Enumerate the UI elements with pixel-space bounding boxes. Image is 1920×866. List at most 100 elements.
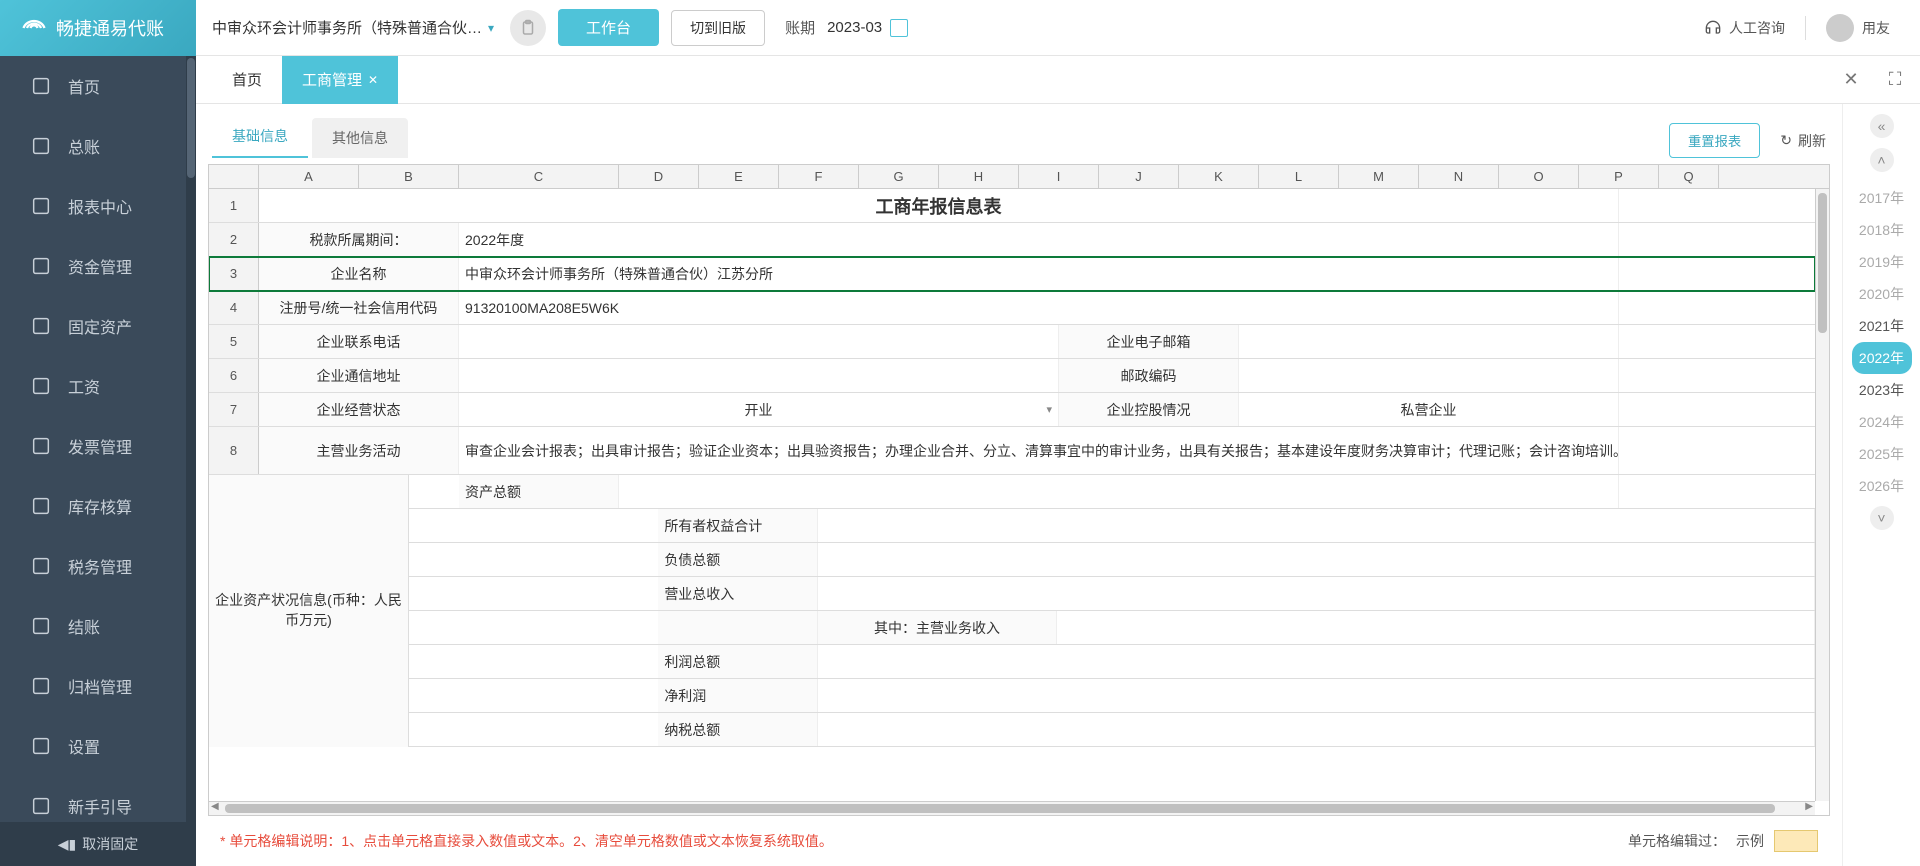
row10-label[interactable]: 所有者权益合计 [658, 509, 818, 542]
row9-value[interactable] [619, 475, 1619, 508]
email-value[interactable] [1239, 325, 1619, 358]
col-header-L[interactable]: L [1259, 165, 1339, 188]
company-name-label[interactable]: 企业名称 [259, 257, 459, 290]
main-rev-label[interactable]: 其中：主营业务收入 [818, 611, 1057, 644]
holding-value[interactable]: 私营企业 [1239, 393, 1619, 426]
sidebar-unpin[interactable]: ◀▮ 取消固定 [0, 822, 196, 866]
row14-label[interactable]: 利润总额 [658, 645, 818, 678]
col-header-Q[interactable]: Q [1659, 165, 1719, 188]
year-2022年[interactable]: 2022年 [1852, 342, 1912, 374]
refresh-button[interactable]: ↻ 刷新 [1780, 131, 1826, 151]
select-all-corner[interactable] [209, 165, 259, 188]
reset-report-button[interactable]: 重置报表 [1669, 123, 1760, 158]
sidebar-item-invoice[interactable]: 发票管理 [0, 416, 196, 476]
row-header-1[interactable]: 1 [209, 189, 259, 222]
user-menu[interactable]: 用友 [1826, 14, 1890, 42]
row12-value[interactable] [818, 577, 1815, 610]
col-header-B[interactable]: B [359, 165, 459, 188]
sidebar-item-ledger[interactable]: 总账 [0, 116, 196, 176]
col-header-F[interactable]: F [779, 165, 859, 188]
year-scroll-down-icon[interactable]: ˅ [1870, 506, 1894, 530]
sheet-vertical-scrollbar[interactable] [1815, 189, 1829, 801]
subtab-other-info[interactable]: 其他信息 [312, 118, 408, 158]
row9-label[interactable]: 资产总额 [459, 475, 619, 508]
main-biz-label[interactable]: 主营业务活动 [259, 427, 459, 474]
period-label-cell[interactable]: 税款所属期间： [259, 223, 459, 256]
year-collapse-icon[interactable]: « [1870, 114, 1894, 138]
holding-label[interactable]: 企业控股情况 [1059, 393, 1239, 426]
subtab-basic-info[interactable]: 基础信息 [212, 116, 308, 158]
year-scroll-up-icon[interactable]: ˄ [1870, 148, 1894, 172]
sheet-title[interactable]: 工商年报信息表 [259, 189, 1619, 222]
workspace-button[interactable]: 工作台 [558, 9, 659, 46]
status-value[interactable]: 开业 [459, 393, 1059, 426]
row12-label[interactable]: 营业总收入 [658, 577, 818, 610]
row11-value[interactable] [818, 543, 1815, 576]
row-header-8[interactable]: 8 [209, 427, 259, 474]
year-2019年[interactable]: 2019年 [1852, 246, 1912, 278]
company-name-value[interactable]: 中审众环会计师事务所（特殊普通合伙）江苏分所 [459, 257, 1619, 290]
row10-value[interactable] [818, 509, 1815, 542]
sidebar-item-asset[interactable]: 固定资产 [0, 296, 196, 356]
phone-label[interactable]: 企业联系电话 [259, 325, 459, 358]
sheet-horizontal-scrollbar[interactable] [209, 801, 1815, 815]
reg-code-label[interactable]: 注册号/统一社会信用代码 [259, 291, 459, 324]
address-value[interactable] [459, 359, 1059, 392]
row-header-2[interactable]: 2 [209, 223, 259, 256]
sidebar-item-settings[interactable]: 设置 [0, 716, 196, 776]
year-2018年[interactable]: 2018年 [1852, 214, 1912, 246]
calendar-icon[interactable] [890, 19, 908, 37]
col-header-O[interactable]: O [1499, 165, 1579, 188]
col-header-H[interactable]: H [939, 165, 1019, 188]
row16-value[interactable] [818, 713, 1815, 746]
col-header-M[interactable]: M [1339, 165, 1419, 188]
col-header-G[interactable]: G [859, 165, 939, 188]
asset-info-label[interactable]: 企业资产状况信息(币种：人民币万元) [209, 475, 409, 747]
fullscreen-icon[interactable]: ⛶ [1880, 65, 1910, 95]
status-label[interactable]: 企业经营状态 [259, 393, 459, 426]
row16-label[interactable]: 纳税总额 [658, 713, 818, 746]
sidebar-item-chart[interactable]: 报表中心 [0, 176, 196, 236]
tab-home[interactable]: 首页 [212, 56, 282, 104]
postcode-label[interactable]: 邮政编码 [1059, 359, 1239, 392]
col-header-N[interactable]: N [1419, 165, 1499, 188]
year-2026年[interactable]: 2026年 [1852, 470, 1912, 502]
col-header-D[interactable]: D [619, 165, 699, 188]
sidebar-item-salary[interactable]: 工资 [0, 356, 196, 416]
col-header-K[interactable]: K [1179, 165, 1259, 188]
row15-value[interactable] [818, 679, 1815, 712]
sidebar-item-archive[interactable]: 归档管理 [0, 656, 196, 716]
main-rev-value[interactable] [1057, 611, 1815, 644]
sidebar-item-money[interactable]: 资金管理 [0, 236, 196, 296]
old-version-button[interactable]: 切到旧版 [671, 10, 765, 46]
phone-value[interactable] [459, 325, 1059, 358]
sidebar-item-tax[interactable]: 税务管理 [0, 536, 196, 596]
consult-button[interactable]: 人工咨询 [1703, 18, 1785, 38]
sidebar-item-close-acct[interactable]: 结账 [0, 596, 196, 656]
col-header-C[interactable]: C [459, 165, 619, 188]
col-header-A[interactable]: A [259, 165, 359, 188]
sidebar-scrollbar[interactable] [186, 56, 196, 822]
year-2023年[interactable]: 2023年 [1852, 374, 1912, 406]
row14-value[interactable] [818, 645, 1815, 678]
row15-label[interactable]: 净利润 [658, 679, 818, 712]
row-header-4[interactable]: 4 [209, 291, 259, 324]
row11-label[interactable]: 负债总额 [658, 543, 818, 576]
sidebar-item-home[interactable]: 首页 [0, 56, 196, 116]
rev-sub-blank[interactable] [658, 611, 818, 644]
row-header-5[interactable]: 5 [209, 325, 259, 358]
year-2021年[interactable]: 2021年 [1852, 310, 1912, 342]
row-header-3[interactable]: 3 [209, 257, 259, 290]
row-header-6[interactable]: 6 [209, 359, 259, 392]
company-selector[interactable]: 中审众环会计师事务所（特殊普通合伙… ▾ [196, 17, 510, 38]
col-header-P[interactable]: P [1579, 165, 1659, 188]
main-biz-value[interactable]: 审查企业会计报表；出具审计报告；验证企业资本；出具验资报告；办理企业合并、分立、… [459, 427, 1619, 474]
postcode-value[interactable] [1239, 359, 1619, 392]
reg-code-value[interactable]: 91320100MA208E5W6K [459, 291, 1619, 324]
year-2025年[interactable]: 2025年 [1852, 438, 1912, 470]
year-2020年[interactable]: 2020年 [1852, 278, 1912, 310]
clipboard-icon[interactable] [510, 10, 546, 46]
row-header-7[interactable]: 7 [209, 393, 259, 426]
col-header-E[interactable]: E [699, 165, 779, 188]
close-icon[interactable]: ✕ [368, 73, 378, 87]
